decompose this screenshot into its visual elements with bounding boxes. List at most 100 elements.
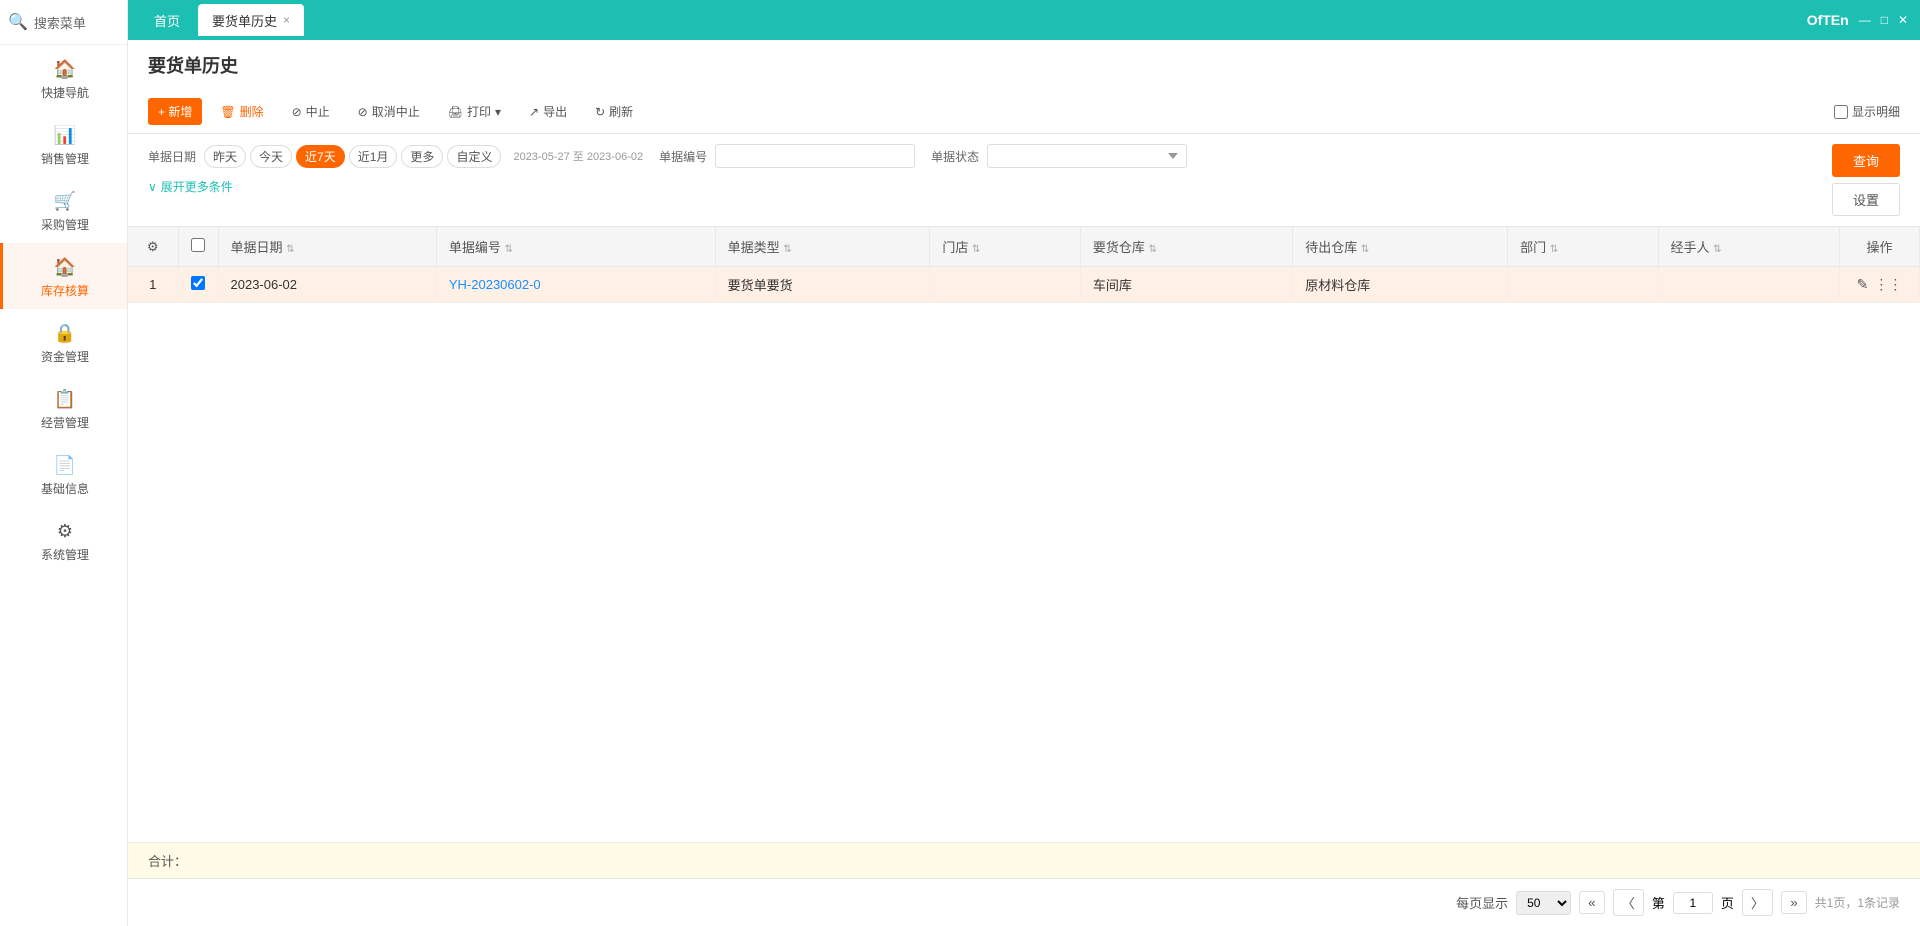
sidebar-item-quick-nav[interactable]: 🏠 快捷导航: [0, 45, 127, 111]
row-actions: ✎ ⋮⋮: [1840, 267, 1920, 303]
row-req-warehouse: 车间库: [1080, 267, 1292, 303]
next-page-btn[interactable]: 〉: [1742, 889, 1773, 916]
requisition-table: ⚙ 单据日期 单据编号 单据类型: [128, 227, 1920, 303]
pagination: 每页显示 50 20 100 200 « 〈 第 页 〉 » 共1页，1条记录: [128, 878, 1920, 926]
filter-row-1: 单据日期 昨天 今天 近7天 近1月 更多 自定义 2023-05-27 至 2…: [148, 144, 1812, 168]
stop-button[interactable]: ⊘ 中止: [282, 98, 340, 125]
col-settings[interactable]: ⚙: [128, 227, 178, 267]
sidebar-item-sales[interactable]: 📊 销售管理: [0, 111, 127, 177]
page-prefix: 第: [1652, 893, 1665, 912]
first-page-btn[interactable]: «: [1579, 891, 1604, 914]
brand-label: OfTEn: [1807, 12, 1849, 28]
col-req-warehouse[interactable]: 要货仓库: [1080, 227, 1292, 267]
tab-home[interactable]: 首页: [140, 4, 194, 36]
select-all-checkbox[interactable]: [191, 238, 205, 252]
last-page-btn[interactable]: »: [1781, 891, 1806, 914]
date-btn-yesterday[interactable]: 昨天: [204, 145, 246, 168]
filter-main-row: 单据日期 昨天 今天 近7天 近1月 更多 自定义 2023-05-27 至 2…: [148, 144, 1900, 216]
query-button[interactable]: 查询: [1832, 144, 1900, 177]
filter-bar: 单据日期 昨天 今天 近7天 近1月 更多 自定义 2023-05-27 至 2…: [128, 134, 1920, 227]
page-input[interactable]: [1673, 892, 1713, 914]
toolbar: + 新增 🗑 删除 ⊘ 中止 ⊘ 取消中止 🖨 打印 ▾ ↗ 导出: [128, 90, 1920, 134]
delete-button[interactable]: 🗑 删除: [210, 98, 273, 125]
operation-icon: 📋: [54, 389, 76, 410]
col-store[interactable]: 门店: [930, 227, 1080, 267]
window-maximize-btn[interactable]: □: [1881, 13, 1888, 27]
row-handler: [1658, 267, 1839, 303]
main-area: 首页 要货单历史 × OfTEn — □ ✕ 要货单历史 + 新增 🗑 删除: [128, 0, 1920, 926]
purchase-icon: 🛒: [54, 191, 76, 212]
cancel-stop-icon: ⊘: [358, 105, 368, 119]
basic-icon: 📄: [54, 455, 76, 476]
sidebar: 🔍 搜索菜单 🏠 快捷导航 📊 销售管理 🛒 采购管理 🏠 库存核算 🔒 资金管…: [0, 0, 128, 926]
window-minimize-btn[interactable]: —: [1859, 13, 1871, 27]
row-checkbox[interactable]: [178, 267, 218, 303]
sidebar-item-label: 基础信息: [41, 480, 89, 497]
col-doctype[interactable]: 单据类型: [715, 227, 930, 267]
table-header-row: ⚙ 单据日期 单据编号 单据类型: [128, 227, 1920, 267]
sidebar-item-basic[interactable]: 📄 基础信息: [0, 441, 127, 507]
refresh-button[interactable]: ↻ 刷新: [585, 98, 643, 125]
sidebar-item-label: 经营管理: [41, 414, 89, 431]
table-row: 1 2023-06-02 YH-20230602-0 要货单要货 车间库 原材料…: [128, 267, 1920, 303]
date-btn-1month[interactable]: 近1月: [349, 145, 398, 168]
date-btn-more[interactable]: 更多: [401, 145, 443, 168]
docnum-filter-label: 单据编号: [659, 148, 707, 165]
per-page-select[interactable]: 50 20 100 200: [1516, 891, 1571, 915]
sidebar-item-inventory[interactable]: 🏠 库存核算: [0, 243, 127, 309]
col-checkbox: [178, 227, 218, 267]
expand-more-btn[interactable]: ∨ 展开更多条件: [148, 178, 233, 195]
tab-requisition-history[interactable]: 要货单历史 ×: [198, 4, 304, 36]
row-date: 2023-06-02: [218, 267, 436, 303]
delete-icon: 🗑: [220, 105, 235, 119]
finance-icon: 🔒: [54, 323, 76, 344]
show-detail-checkbox[interactable]: [1834, 105, 1848, 119]
row-docnum[interactable]: YH-20230602-0: [436, 267, 715, 303]
sidebar-item-system[interactable]: ⚙ 系统管理: [0, 507, 127, 573]
row-select-checkbox[interactable]: [191, 276, 205, 290]
new-button[interactable]: + 新增: [148, 98, 202, 125]
per-page-label: 每页显示: [1456, 893, 1508, 912]
col-dept[interactable]: 部门: [1508, 227, 1658, 267]
date-filter-btns: 昨天 今天 近7天 近1月 更多 自定义: [204, 145, 501, 168]
row-store: [930, 267, 1080, 303]
col-docnum[interactable]: 单据编号: [436, 227, 715, 267]
date-btn-7days[interactable]: 近7天: [296, 145, 345, 168]
sales-icon: 📊: [54, 125, 76, 146]
row-num: 1: [128, 267, 178, 303]
date-btn-today[interactable]: 今天: [250, 145, 292, 168]
tab-close-icon[interactable]: ×: [283, 13, 290, 27]
status-filter-select[interactable]: [987, 144, 1187, 168]
col-docnum-label: 单据编号: [449, 240, 501, 255]
col-date-label: 单据日期: [231, 240, 283, 255]
row-edit-icon[interactable]: ✎: [1857, 276, 1869, 293]
row-docnum-link[interactable]: YH-20230602-0: [449, 277, 541, 292]
inventory-icon: 🏠: [54, 257, 76, 278]
sidebar-item-finance[interactable]: 🔒 资金管理: [0, 309, 127, 375]
sidebar-item-label: 快捷导航: [41, 84, 89, 101]
sidebar-item-purchase[interactable]: 🛒 采购管理: [0, 177, 127, 243]
col-store-label: 门店: [942, 240, 968, 255]
status-filter-label: 单据状态: [931, 148, 979, 165]
expand-label: 展开更多条件: [161, 178, 233, 195]
filter-settings-button[interactable]: 设置: [1832, 183, 1900, 216]
action-icons-group: ✎ ⋮⋮: [1852, 276, 1907, 293]
filter-expand-row: ∨ 展开更多条件: [148, 178, 1812, 195]
sidebar-search[interactable]: 🔍 搜索菜单: [0, 0, 127, 45]
print-button[interactable]: 🖨 打印 ▾: [438, 98, 511, 125]
topbar: 首页 要货单历史 × OfTEn — □ ✕: [128, 0, 1920, 40]
sidebar-item-operation[interactable]: 📋 经营管理: [0, 375, 127, 441]
col-date[interactable]: 单据日期: [218, 227, 436, 267]
export-button[interactable]: ↗ 导出: [519, 98, 577, 125]
total-label: 合计：: [148, 854, 187, 869]
table-header: ⚙ 单据日期 单据编号 单据类型: [128, 227, 1920, 267]
window-close-btn[interactable]: ✕: [1898, 13, 1908, 27]
date-btn-custom[interactable]: 自定义: [447, 145, 501, 168]
row-more-icon[interactable]: ⋮⋮: [1874, 276, 1902, 293]
docnum-filter-input[interactable]: [715, 144, 915, 168]
col-handler[interactable]: 经手人: [1658, 227, 1839, 267]
col-pending-warehouse[interactable]: 待出仓库: [1293, 227, 1508, 267]
col-action: 操作: [1840, 227, 1920, 267]
cancel-stop-button[interactable]: ⊘ 取消中止: [348, 98, 430, 125]
prev-page-btn[interactable]: 〈: [1613, 889, 1644, 916]
